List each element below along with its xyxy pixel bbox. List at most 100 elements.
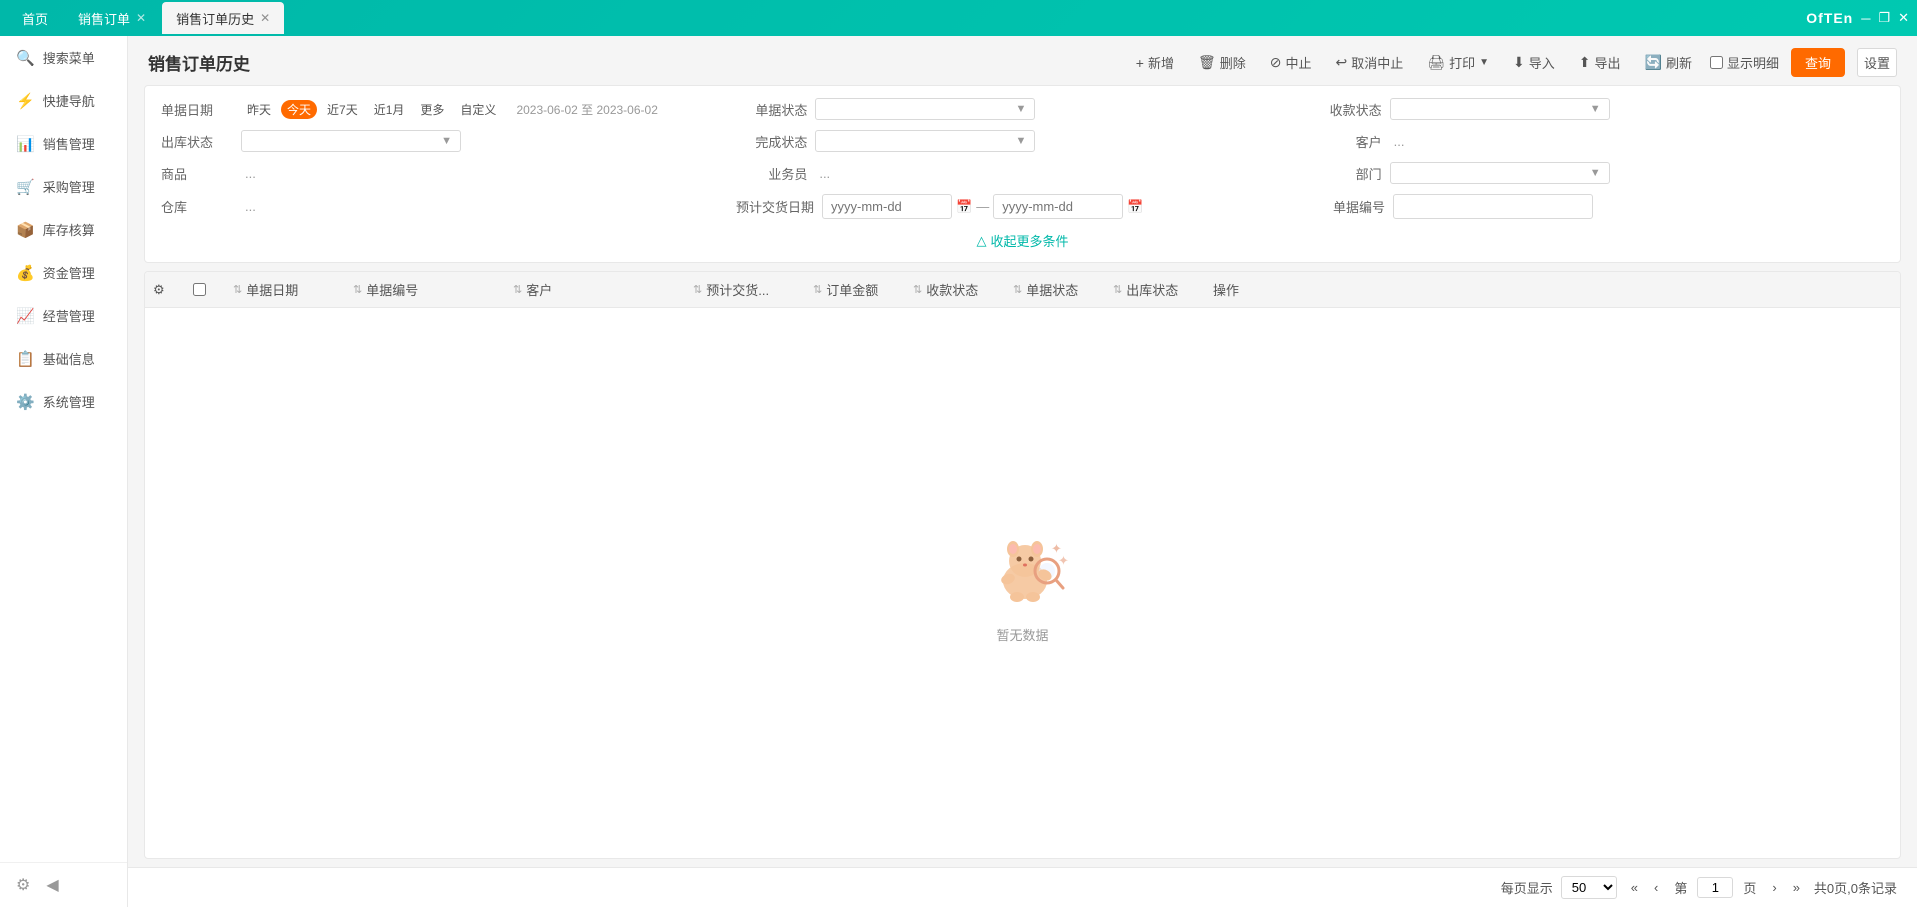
prev-page-btn[interactable]: ‹ <box>1648 878 1664 897</box>
doc-number-input[interactable] <box>1393 194 1593 219</box>
sidebar-item-quick-nav[interactable]: ⚡ 快捷导航 <box>0 79 127 122</box>
salesperson-picker[interactable]: ... <box>815 166 834 181</box>
sidebar-item-operations[interactable]: 📈 经营管理 <box>0 294 127 337</box>
warehouse-picker[interactable]: ... <box>241 199 260 214</box>
tab-home-label: 首页 <box>22 9 48 28</box>
per-page-select[interactable]: 50 10 20 100 <box>1561 876 1617 899</box>
date-btn-last1m[interactable]: 近1月 <box>368 100 411 119</box>
collapse-bar[interactable]: △ 收起更多条件 <box>161 229 1884 256</box>
customer-picker[interactable]: ... <box>1390 134 1409 149</box>
close-btn[interactable]: ✕ <box>1898 10 1909 26</box>
date-label: 单据日期 <box>161 100 241 119</box>
date-range-display: 2023-06-02 至 2023-06-02 <box>516 101 657 118</box>
next-page-btn[interactable]: › <box>1766 878 1782 897</box>
sidebar-item-finance[interactable]: 💰 资金管理 <box>0 251 127 294</box>
th-check[interactable] <box>185 283 225 296</box>
pagination-bar: 每页显示 50 10 20 100 « ‹ 第 页 › » 共0页,0条记录 <box>128 867 1917 907</box>
first-page-btn[interactable]: « <box>1625 878 1644 897</box>
tab-sales-order[interactable]: 销售订单 ✕ <box>64 2 160 34</box>
system-mgmt-icon: ⚙️ <box>16 393 35 411</box>
ship-status-select[interactable]: ▼ <box>241 130 461 152</box>
sidebar-item-system-mgmt[interactable]: ⚙️ 系统管理 <box>0 380 127 423</box>
sidebar-collapse-icon[interactable]: ◀ <box>46 875 58 895</box>
print-button[interactable]: 🖨 打印 ▼ <box>1421 49 1495 76</box>
display-columns-checkbox[interactable]: 显示明细 <box>1710 53 1779 72</box>
goods-control: ... <box>241 166 735 181</box>
sort-icon-amount: ⇅ <box>813 283 822 296</box>
th-customer[interactable]: ⇅ 客户 <box>505 280 685 299</box>
sidebar-item-search-menu[interactable]: 🔍 搜索菜单 <box>0 36 127 79</box>
doc-status-control: ▼ <box>815 98 1309 120</box>
query-button[interactable]: 查询 <box>1791 48 1845 77</box>
date-btn-today[interactable]: 今天 <box>281 100 317 119</box>
new-label: 新增 <box>1148 53 1174 72</box>
window-controls: OfTEn ─ ❐ ✕ <box>1806 10 1909 26</box>
display-columns-check[interactable] <box>1710 56 1723 69</box>
sort-icon-ship-status: ⇅ <box>1113 283 1122 296</box>
date-btn-more[interactable]: 更多 <box>414 100 450 119</box>
delivery-date-from[interactable] <box>822 194 952 219</box>
calendar-to-icon[interactable]: 📅 <box>1127 199 1143 215</box>
export-icon: ⬆ <box>1579 54 1591 71</box>
cancel-stop-button[interactable]: ↩ 取消中止 <box>1330 49 1410 76</box>
sort-icon-date: ⇅ <box>233 283 242 296</box>
select-all-checkbox[interactable] <box>193 283 206 296</box>
salesperson-control: ... <box>815 166 1309 181</box>
salesperson-label: 业务员 <box>735 164 815 183</box>
settings-button[interactable]: 设置 <box>1857 48 1897 77</box>
date-separator: — <box>976 199 989 214</box>
th-doc-status[interactable]: ⇅ 单据状态 <box>1005 280 1105 299</box>
finance-icon: 💰 <box>16 264 35 282</box>
last-page-btn[interactable]: » <box>1787 878 1806 897</box>
th-pay-status-label: 收款状态 <box>926 280 978 299</box>
tab-home[interactable]: 首页 <box>8 2 62 34</box>
tab-sales-order-history-close[interactable]: ✕ <box>260 11 270 25</box>
date-btn-last7[interactable]: 近7天 <box>321 100 364 119</box>
sidebar-item-purchase-mgmt-label: 采购管理 <box>43 177 95 196</box>
refresh-button[interactable]: 🔄 刷新 <box>1639 49 1698 76</box>
sidebar-item-inventory[interactable]: 📦 库存核算 <box>0 208 127 251</box>
th-pay-status[interactable]: ⇅ 收款状态 <box>905 280 1005 299</box>
new-button[interactable]: + 新增 <box>1130 49 1180 76</box>
delivery-date-to[interactable] <box>993 194 1123 219</box>
stop-button[interactable]: ⊘ 中止 <box>1264 49 1318 76</box>
import-label: 导入 <box>1529 53 1555 72</box>
th-settings[interactable]: ⚙ <box>145 282 185 298</box>
sidebar-item-purchase-mgmt[interactable]: 🛒 采购管理 <box>0 165 127 208</box>
date-btn-yesterday[interactable]: 昨天 <box>241 100 277 119</box>
restore-btn[interactable]: ❐ <box>1878 10 1890 26</box>
pay-status-label: 收款状态 <box>1310 100 1390 119</box>
th-no-label: 单据编号 <box>366 280 418 299</box>
doc-status-select[interactable]: ▼ <box>815 98 1035 120</box>
sidebar-settings-icon[interactable]: ⚙ <box>16 875 30 895</box>
quick-nav-icon: ⚡ <box>16 92 35 110</box>
th-ship-status[interactable]: ⇅ 出库状态 <box>1105 280 1205 299</box>
minimize-btn[interactable]: ─ <box>1861 11 1870 26</box>
refresh-label: 刷新 <box>1666 53 1692 72</box>
complete-status-select[interactable]: ▼ <box>815 130 1035 152</box>
sidebar-item-basic-info[interactable]: 📋 基础信息 <box>0 337 127 380</box>
pay-status-select[interactable]: ▼ <box>1390 98 1610 120</box>
filter-panel: 单据日期 昨天 今天 近7天 近1月 更多 自定义 2023-06-02 至 2… <box>144 85 1901 263</box>
calendar-from-icon[interactable]: 📅 <box>956 199 972 215</box>
th-customer-label: 客户 <box>526 280 552 299</box>
stop-label: 中止 <box>1286 53 1312 72</box>
delete-button[interactable]: 🗑 删除 <box>1192 49 1252 76</box>
sidebar-bottom: ⚙ ◀ <box>0 862 127 907</box>
date-btn-custom[interactable]: 自定义 <box>454 100 502 119</box>
sidebar-item-sales-mgmt[interactable]: 📊 销售管理 <box>0 122 127 165</box>
th-no[interactable]: ⇅ 单据编号 <box>345 280 505 299</box>
cancel-stop-icon: ↩ <box>1336 54 1348 71</box>
import-button[interactable]: ⬇ 导入 <box>1507 49 1561 76</box>
th-delivery[interactable]: ⇅ 预计交货... <box>685 280 805 299</box>
inventory-icon: 📦 <box>16 221 35 239</box>
th-date[interactable]: ⇅ 单据日期 <box>225 280 345 299</box>
export-button[interactable]: ⬆ 导出 <box>1573 49 1627 76</box>
th-amount[interactable]: ⇅ 订单金额 <box>805 280 905 299</box>
department-select[interactable]: ▼ <box>1390 162 1610 184</box>
tab-sales-order-close[interactable]: ✕ <box>136 11 146 25</box>
goods-picker[interactable]: ... <box>241 166 260 181</box>
tab-sales-order-history[interactable]: 销售订单历史 ✕ <box>162 2 284 34</box>
page-input[interactable] <box>1697 877 1733 898</box>
pay-status-arrow-icon: ▼ <box>1590 103 1601 115</box>
